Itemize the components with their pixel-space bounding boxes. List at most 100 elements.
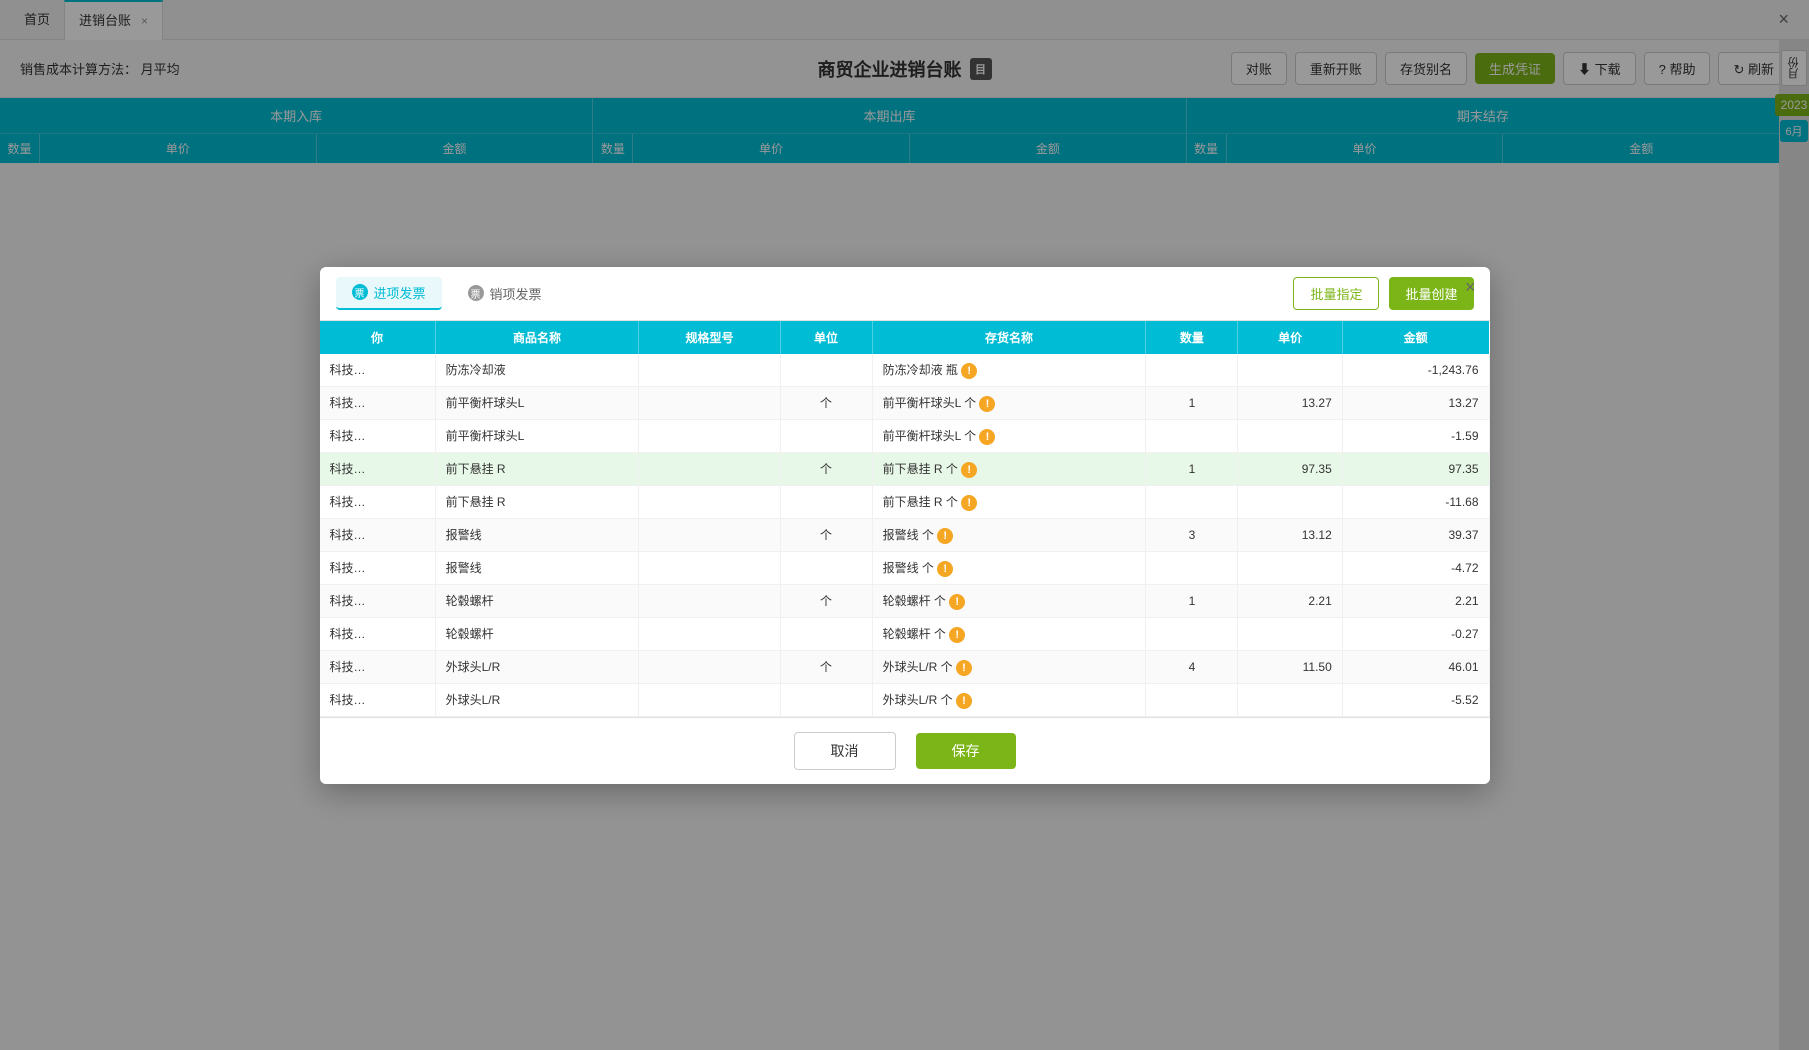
col-product-name: 商品名称 [435, 321, 639, 354]
warning-icon: ! [937, 561, 953, 577]
warning-icon: ! [961, 462, 977, 478]
warning-icon: ! [956, 660, 972, 676]
cell-company: 科技… [320, 584, 436, 617]
cell-spec [639, 419, 780, 452]
table-row: 科技… 外球头L/R 外球头L/R 个 ! -5.52 [320, 683, 1490, 716]
cell-unit [780, 354, 872, 387]
warning-icon: ! [949, 594, 965, 610]
table-header-row: 你 商品名称 规格型号 单位 存货名称 数量 单价 金额 [320, 321, 1490, 354]
cell-spec [639, 650, 780, 683]
cell-quantity: 1 [1146, 584, 1238, 617]
cell-stock-name: 外球头L/R 个 ! [872, 683, 1146, 716]
cell-stock-name: 前平衡杆球头L 个 ! [872, 386, 1146, 419]
cell-unit: 个 [780, 518, 872, 551]
cell-stock-name: 报警线 个 ! [872, 518, 1146, 551]
table-row: 科技… 前平衡杆球头L 个 前平衡杆球头L 个 ! 1 13.27 13.27 [320, 386, 1490, 419]
cell-unit: 个 [780, 386, 872, 419]
cell-spec [639, 354, 780, 387]
cell-amount: 46.01 [1342, 650, 1489, 683]
cell-company: 科技… [320, 452, 436, 485]
cell-stock-name: 防冻冷却液 瓶 ! [872, 354, 1146, 387]
cell-product-name: 外球头L/R [435, 650, 639, 683]
cell-product-name: 前平衡杆球头L [435, 419, 639, 452]
cell-unit-price [1238, 683, 1342, 716]
cell-unit [780, 419, 872, 452]
cell-quantity: 1 [1146, 452, 1238, 485]
col-amount: 金额 [1342, 321, 1489, 354]
modal-table-wrap[interactable]: 你 商品名称 规格型号 单位 存货名称 数量 单价 金额 科技… 防冻冷却液 防… [320, 321, 1490, 717]
cell-stock-name: 外球头L/R 个 ! [872, 650, 1146, 683]
cell-product-name: 报警线 [435, 518, 639, 551]
table-row: 科技… 外球头L/R 个 外球头L/R 个 ! 4 11.50 46.01 [320, 650, 1490, 683]
cell-quantity: 3 [1146, 518, 1238, 551]
warning-icon: ! [949, 627, 965, 643]
cell-spec [639, 485, 780, 518]
cell-company: 科技… [320, 354, 436, 387]
table-row: 科技… 前下悬挂 R 前下悬挂 R 个 ! -11.68 [320, 485, 1490, 518]
cell-amount: 39.37 [1342, 518, 1489, 551]
cell-stock-name: 前下悬挂 R 个 ! [872, 485, 1146, 518]
cell-product-name: 轮毂螺杆 [435, 584, 639, 617]
batch-create-button[interactable]: 批量创建 [1389, 277, 1473, 310]
modal-footer: 取消 保存 [320, 717, 1490, 784]
cell-unit: 个 [780, 650, 872, 683]
batch-assign-button[interactable]: 批量指定 [1293, 277, 1379, 310]
cell-unit-price: 97.35 [1238, 452, 1342, 485]
warning-icon: ! [956, 693, 972, 709]
cell-company: 科技… [320, 551, 436, 584]
tab-incoming-invoice[interactable]: 票 进项发票 [336, 277, 442, 310]
col-unit-price: 单价 [1238, 321, 1342, 354]
cell-quantity [1146, 485, 1238, 518]
cell-stock-name: 轮毂螺杆 个 ! [872, 617, 1146, 650]
warning-icon: ! [961, 495, 977, 511]
cell-amount: -1.59 [1342, 419, 1489, 452]
cell-unit [780, 485, 872, 518]
cell-quantity [1146, 354, 1238, 387]
table-row: 科技… 轮毂螺杆 轮毂螺杆 个 ! -0.27 [320, 617, 1490, 650]
cell-unit-price [1238, 551, 1342, 584]
cell-unit [780, 551, 872, 584]
cell-product-name: 前平衡杆球头L [435, 386, 639, 419]
col-spec: 规格型号 [639, 321, 780, 354]
table-row: 科技… 前下悬挂 R 个 前下悬挂 R 个 ! 1 97.35 97.35 [320, 452, 1490, 485]
cell-company: 科技… [320, 683, 436, 716]
invoice-table: 你 商品名称 规格型号 单位 存货名称 数量 单价 金额 科技… 防冻冷却液 防… [320, 321, 1490, 717]
table-row: 科技… 防冻冷却液 防冻冷却液 瓶 ! -1,243.76 [320, 354, 1490, 387]
cancel-button[interactable]: 取消 [794, 732, 896, 770]
cell-unit-price [1238, 354, 1342, 387]
cell-amount: -0.27 [1342, 617, 1489, 650]
cell-product-name: 防冻冷却液 [435, 354, 639, 387]
cell-product-name: 报警线 [435, 551, 639, 584]
modal-header: 票 进项发票 票 销项发票 批量指定 批量创建 × [320, 267, 1490, 321]
tab-outgoing-invoice[interactable]: 票 销项发票 [452, 278, 558, 309]
cell-company: 科技… [320, 419, 436, 452]
table-row: 科技… 前平衡杆球头L 前平衡杆球头L 个 ! -1.59 [320, 419, 1490, 452]
col-stock-name: 存货名称 [872, 321, 1146, 354]
cell-product-name: 外球头L/R [435, 683, 639, 716]
cell-stock-name: 前下悬挂 R 个 ! [872, 452, 1146, 485]
cell-spec [639, 617, 780, 650]
cell-quantity [1146, 683, 1238, 716]
cell-quantity [1146, 419, 1238, 452]
table-row: 科技… 轮毂螺杆 个 轮毂螺杆 个 ! 1 2.21 2.21 [320, 584, 1490, 617]
cell-company: 科技… [320, 485, 436, 518]
cell-spec [639, 584, 780, 617]
warning-icon: ! [937, 528, 953, 544]
col-unit: 单位 [780, 321, 872, 354]
cell-quantity [1146, 551, 1238, 584]
save-button[interactable]: 保存 [916, 733, 1016, 769]
cell-spec [639, 386, 780, 419]
cell-company: 科技… [320, 386, 436, 419]
cell-product-name: 轮毂螺杆 [435, 617, 639, 650]
cell-spec [639, 551, 780, 584]
modal-close-icon[interactable]: × [1465, 277, 1476, 298]
modal-overlay: 票 进项发票 票 销项发票 批量指定 批量创建 × 你 商品名称 规格型号 [0, 0, 1809, 1050]
cell-company: 科技… [320, 650, 436, 683]
cell-spec [639, 518, 780, 551]
cell-unit [780, 683, 872, 716]
tab-incoming-label: 进项发票 [374, 283, 426, 302]
cell-quantity [1146, 617, 1238, 650]
cell-company: 科技… [320, 518, 436, 551]
cell-unit [780, 617, 872, 650]
tab-outgoing-label: 销项发票 [490, 284, 542, 303]
